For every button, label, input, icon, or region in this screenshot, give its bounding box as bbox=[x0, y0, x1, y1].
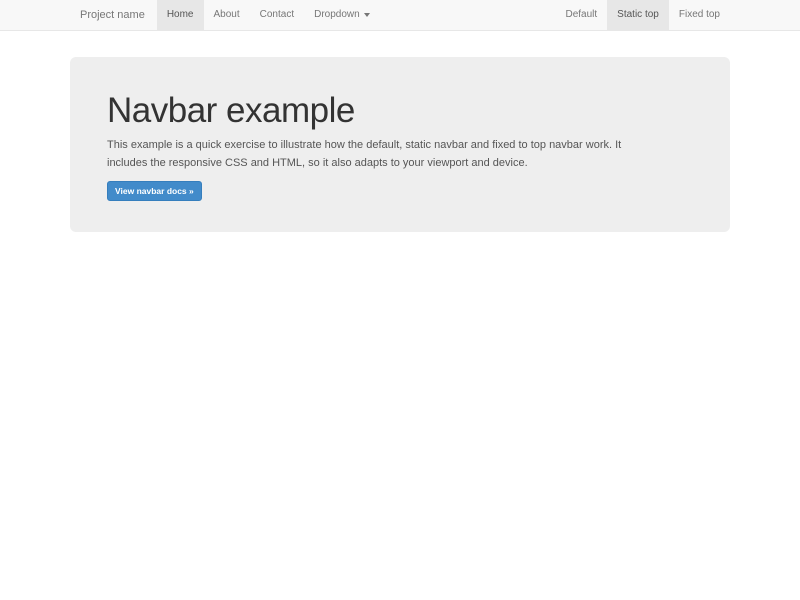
caret-down-icon bbox=[364, 13, 370, 17]
navbar: Project name Home About Contact Dropdown… bbox=[0, 0, 800, 31]
nav-item-fixed-top-label: Fixed top bbox=[679, 0, 720, 30]
jumbotron: Navbar example This example is a quick e… bbox=[70, 57, 730, 232]
view-navbar-docs-button[interactable]: View navbar docs » bbox=[107, 181, 202, 201]
nav-item-dropdown-label: Dropdown bbox=[314, 0, 360, 30]
nav-item-fixed-top[interactable]: Fixed top bbox=[669, 0, 730, 30]
nav-item-static-top[interactable]: Static top bbox=[607, 0, 669, 30]
page-title: Navbar example bbox=[107, 91, 692, 131]
navbar-right-nav: Default Static top Fixed top bbox=[555, 0, 730, 30]
nav-item-about-label: About bbox=[214, 0, 240, 30]
nav-item-home[interactable]: Home bbox=[157, 0, 204, 30]
nav-item-contact-label: Contact bbox=[260, 0, 294, 30]
page-description-line-2: includes the responsive CSS and HTML, so… bbox=[107, 155, 692, 173]
navbar-left-nav: Home About Contact Dropdown bbox=[157, 0, 380, 30]
nav-item-dropdown[interactable]: Dropdown bbox=[304, 0, 380, 30]
nav-item-home-label: Home bbox=[167, 0, 194, 30]
nav-item-about[interactable]: About bbox=[204, 0, 250, 30]
nav-item-static-top-label: Static top bbox=[617, 0, 659, 30]
nav-item-contact[interactable]: Contact bbox=[250, 0, 304, 30]
brand-link[interactable]: Project name bbox=[80, 0, 145, 30]
page-description-line-1: This example is a quick exercise to illu… bbox=[107, 137, 692, 155]
nav-item-default-label: Default bbox=[565, 0, 597, 30]
nav-item-default[interactable]: Default bbox=[555, 0, 607, 30]
navbar-container: Project name Home About Contact Dropdown… bbox=[70, 0, 730, 30]
page-description: This example is a quick exercise to illu… bbox=[107, 137, 692, 172]
main-container: Navbar example This example is a quick e… bbox=[70, 57, 730, 232]
